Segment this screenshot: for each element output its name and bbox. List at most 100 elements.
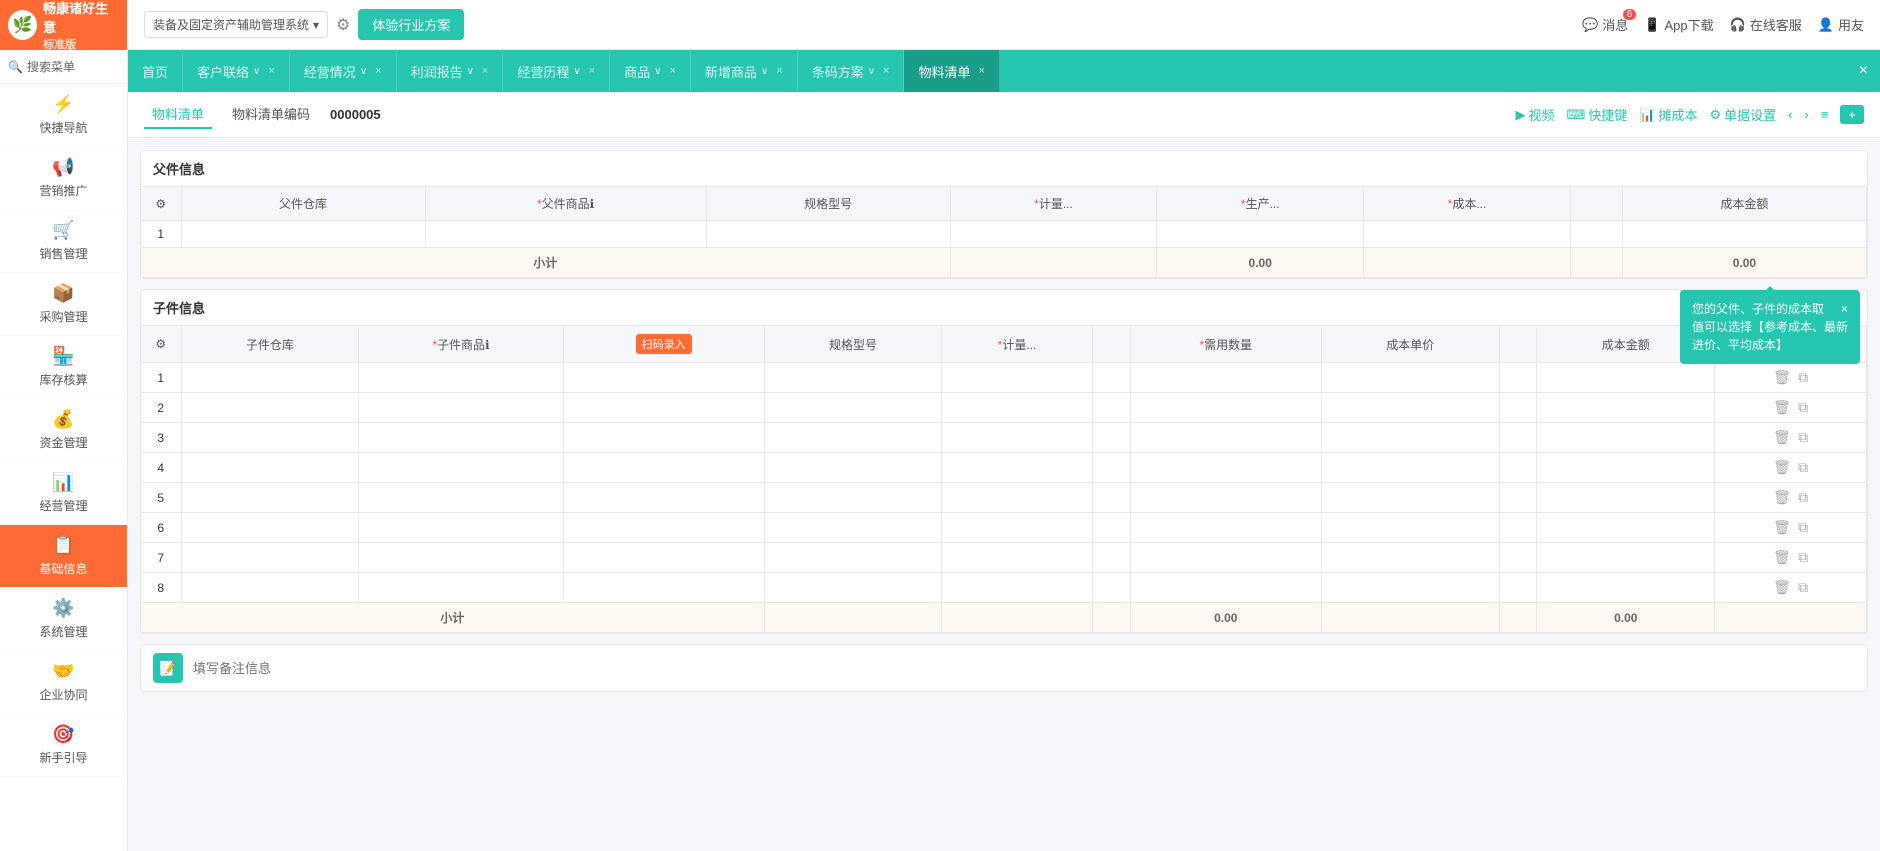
child-row1-qty[interactable] <box>1130 363 1321 393</box>
parent-production-cell[interactable] <box>1157 221 1364 248</box>
child-row4-qty[interactable] <box>1130 453 1321 483</box>
child-row1-unit[interactable] <box>942 363 1093 393</box>
child-row2-warehouse[interactable] <box>181 393 359 423</box>
copy-icon-7[interactable]: ⧉ <box>1798 549 1808 565</box>
tab-home[interactable]: 首页 <box>128 50 183 92</box>
parent-product-cell[interactable] <box>425 221 706 248</box>
sidebar-item-quick-nav[interactable]: ⚡ 快捷导航 <box>0 84 127 147</box>
child-row5-unit[interactable] <box>942 483 1093 513</box>
sidebar-item-purchase[interactable]: 📦 采购管理 <box>0 273 127 336</box>
tab-operation-status[interactable]: 经营情况 ∨ × <box>290 50 397 92</box>
sidebar-item-operation[interactable]: 📊 经营管理 <box>0 462 127 525</box>
delete-icon-1[interactable]: 🗑 <box>1773 369 1791 385</box>
copy-icon-2[interactable]: ⧉ <box>1798 399 1808 415</box>
child-row5-product[interactable] <box>359 483 564 513</box>
child-row7-warehouse[interactable] <box>181 543 359 573</box>
child-row4-unitcost[interactable] <box>1321 453 1499 483</box>
child-row8-qty[interactable] <box>1130 573 1321 603</box>
tooltip-close[interactable]: × <box>1841 300 1848 318</box>
child-row1-unitcost[interactable] <box>1321 363 1499 393</box>
child-row2-unitcost[interactable] <box>1321 393 1499 423</box>
tab-customer-close[interactable]: × <box>268 65 274 77</box>
child-row5-spec[interactable] <box>764 483 942 513</box>
tab-operation-close[interactable]: × <box>375 65 381 77</box>
tab-history-close[interactable]: × <box>589 65 595 77</box>
child-row7-product[interactable] <box>359 543 564 573</box>
sidebar-item-sales[interactable]: 🛒 销售管理 <box>0 210 127 273</box>
sidebar-item-guide[interactable]: 🎯 新手引导 <box>0 714 127 777</box>
child-row1-product[interactable] <box>359 363 564 393</box>
delete-icon-5[interactable]: 🗑 <box>1773 489 1791 505</box>
nav-prev[interactable]: ‹ <box>1788 107 1792 122</box>
tab-new-goods[interactable]: 新增商品 ∨ × <box>691 50 798 92</box>
tab-profit[interactable]: 利润报告 ∨ × <box>397 50 504 92</box>
child-row4-warehouse[interactable] <box>181 453 359 483</box>
system-selector[interactable]: 装备及固定资产辅助管理系统 ▾ <box>144 11 328 38</box>
try-button[interactable]: 体验行业方案 <box>358 9 464 40</box>
tab-bom[interactable]: 物料清单 × <box>904 50 999 92</box>
child-row2-unit[interactable] <box>942 393 1093 423</box>
sidebar-item-inventory[interactable]: 🏪 库存核算 <box>0 336 127 399</box>
online-service[interactable]: 🎧 在线客服 <box>1730 15 1802 34</box>
sidebar-item-system[interactable]: ⚙️ 系统管理 <box>0 588 127 651</box>
child-row3-unit[interactable] <box>942 423 1093 453</box>
tab-goods-close[interactable]: × <box>669 65 675 77</box>
tab-close-all[interactable]: × <box>1847 62 1880 80</box>
action-shortcut[interactable]: ⌨ 快捷键 <box>1566 105 1627 124</box>
child-row7-unit[interactable] <box>942 543 1093 573</box>
child-row7-unitcost[interactable] <box>1321 543 1499 573</box>
child-row2-qty[interactable] <box>1130 393 1321 423</box>
tab-new-goods-close[interactable]: × <box>776 65 782 77</box>
child-row7-qty[interactable] <box>1130 543 1321 573</box>
delete-icon-2[interactable]: 🗑 <box>1773 399 1791 415</box>
sub-tab-bom[interactable]: 物料清单 <box>144 100 212 129</box>
delete-icon-7[interactable]: 🗑 <box>1773 549 1791 565</box>
tab-bom-close[interactable]: × <box>979 65 985 77</box>
sidebar-item-enterprise[interactable]: 🤝 企业协同 <box>0 651 127 714</box>
copy-icon-3[interactable]: ⧉ <box>1798 429 1808 445</box>
action-settings[interactable]: ⚙ 单据设置 <box>1709 105 1776 124</box>
action-video[interactable]: ▶ 视频 <box>1515 105 1554 124</box>
copy-icon-4[interactable]: ⧉ <box>1798 459 1808 475</box>
delete-icon-6[interactable]: 🗑 <box>1773 519 1791 535</box>
remark-input[interactable] <box>193 661 1855 676</box>
sidebar-item-finance[interactable]: 💰 资金管理 <box>0 399 127 462</box>
delete-icon-3[interactable]: 🗑 <box>1773 429 1791 445</box>
tab-barcode-close[interactable]: × <box>883 65 889 77</box>
user-menu[interactable]: 👤 用友 <box>1818 15 1864 34</box>
tab-profit-close[interactable]: × <box>482 65 488 77</box>
scan-button[interactable]: 扫码录入 <box>636 334 692 354</box>
copy-icon-8[interactable]: ⧉ <box>1798 579 1808 595</box>
child-row2-product[interactable] <box>359 393 564 423</box>
sidebar-item-basic[interactable]: 📋 基础信息 <box>0 525 127 588</box>
child-row6-spec[interactable] <box>764 513 942 543</box>
child-row5-unitcost[interactable] <box>1321 483 1499 513</box>
child-row6-unitcost[interactable] <box>1321 513 1499 543</box>
child-row4-product[interactable] <box>359 453 564 483</box>
action-cost[interactable]: 📊 摊成本 <box>1639 105 1697 124</box>
tab-customer[interactable]: 客户联络 ∨ × <box>183 50 290 92</box>
sidebar-search[interactable]: 🔍 搜索菜单 <box>0 50 127 84</box>
tab-goods[interactable]: 商品 ∨ × <box>610 50 691 92</box>
parent-unit-cell[interactable] <box>950 221 1157 248</box>
app-download[interactable]: 📱 App下载 <box>1644 15 1713 34</box>
child-row3-product[interactable] <box>359 423 564 453</box>
child-row6-product[interactable] <box>359 513 564 543</box>
child-row3-spec[interactable] <box>764 423 942 453</box>
child-row1-spec[interactable] <box>764 363 942 393</box>
parent-spec-cell[interactable] <box>706 221 950 248</box>
child-row4-spec[interactable] <box>764 453 942 483</box>
gear-icon[interactable]: ⚙ <box>336 15 350 35</box>
copy-icon-5[interactable]: ⧉ <box>1798 489 1808 505</box>
notifications[interactable]: 💬 消息 6 <box>1582 15 1628 34</box>
child-row8-spec[interactable] <box>764 573 942 603</box>
parent-warehouse-cell[interactable] <box>181 221 425 248</box>
delete-icon-4[interactable]: 🗑 <box>1773 459 1791 475</box>
child-row8-product[interactable] <box>359 573 564 603</box>
child-row8-unitcost[interactable] <box>1321 573 1499 603</box>
copy-icon-6[interactable]: ⧉ <box>1798 519 1808 535</box>
parent-cost-cell[interactable] <box>1364 221 1571 248</box>
child-row6-warehouse[interactable] <box>181 513 359 543</box>
nav-list[interactable]: ≡ <box>1821 107 1829 122</box>
child-row6-qty[interactable] <box>1130 513 1321 543</box>
